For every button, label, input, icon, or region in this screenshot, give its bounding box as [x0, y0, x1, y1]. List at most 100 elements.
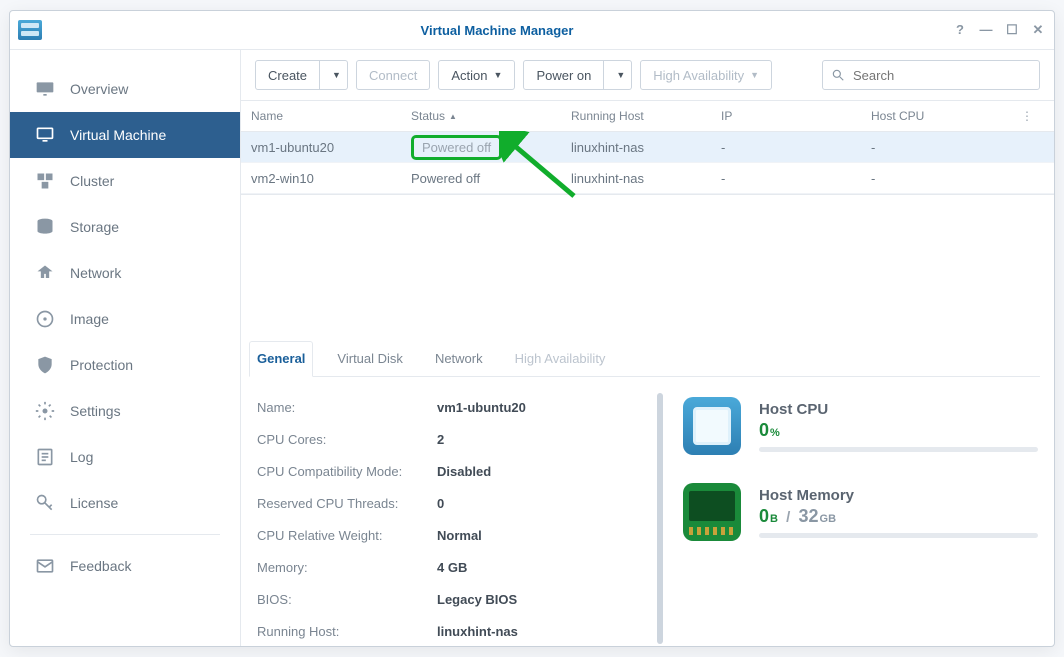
high-availability-button[interactable]: High Availability▼ — [640, 60, 772, 90]
status-highlight: Powered off — [411, 135, 502, 160]
details-panel: General Virtual Disk Network High Availa… — [241, 335, 1054, 646]
tab-high-availability[interactable]: High Availability — [513, 341, 608, 376]
close-button[interactable] — [1030, 22, 1046, 38]
key-icon — [34, 492, 56, 514]
tab-network[interactable]: Network — [433, 341, 485, 376]
help-button[interactable] — [952, 22, 968, 38]
storage-icon — [34, 216, 56, 238]
sidebar-item-label: Network — [70, 265, 121, 281]
envelope-icon — [34, 555, 56, 577]
col-running-host[interactable]: Running Host — [571, 109, 721, 123]
progress-bar — [759, 447, 1038, 452]
sidebar-item-protection[interactable]: Protection — [10, 342, 240, 388]
sidebar-item-label: Storage — [70, 219, 119, 235]
sidebar-item-label: Log — [70, 449, 93, 465]
col-status[interactable]: Status — [411, 109, 571, 123]
cell-ip: - — [721, 171, 871, 186]
dashboard-icon — [34, 78, 56, 100]
cell-name: vm1-ubuntu20 — [251, 140, 411, 155]
app-icon — [18, 20, 42, 40]
divider — [30, 534, 220, 535]
network-icon — [34, 262, 56, 284]
tab-virtual-disk[interactable]: Virtual Disk — [335, 341, 405, 376]
cell-status: Powered off — [411, 135, 571, 160]
memory-icon — [683, 483, 741, 541]
table-header-row: Name Status Running Host IP Host CPU ⋮ — [241, 101, 1054, 132]
col-host-cpu[interactable]: Host CPU — [871, 109, 1021, 123]
label-reserved-threads: Reserved CPU Threads: — [257, 496, 437, 511]
create-button[interactable]: Create — [255, 60, 320, 90]
cell-status: Powered off — [411, 171, 571, 186]
sidebar-item-label: Cluster — [70, 173, 114, 189]
disc-icon — [34, 308, 56, 330]
sidebar-item-label: Feedback — [70, 558, 131, 574]
cell-host-cpu: - — [871, 171, 1021, 186]
table-row[interactable]: vm2-win10 Powered off linuxhint-nas - - — [241, 163, 1054, 194]
sidebar-item-virtual-machine[interactable]: Virtual Machine — [10, 112, 240, 158]
column-options-button[interactable]: ⋮ — [1021, 109, 1041, 123]
col-name[interactable]: Name — [251, 109, 411, 123]
create-dropdown-toggle[interactable]: ▼ — [320, 60, 348, 90]
shield-icon — [34, 354, 56, 376]
value-cpu-cores: 2 — [437, 432, 444, 447]
cpu-icon — [683, 397, 741, 455]
caret-down-icon: ▼ — [750, 70, 759, 80]
details-tabs: General Virtual Disk Network High Availa… — [255, 335, 1040, 377]
toolbar: Create ▼ Connect Action▼ Power on ▼ High… — [241, 50, 1054, 100]
metric-host-memory: Host Memory 0B / 32GB — [683, 483, 1038, 541]
value-cpu-compat: Disabled — [437, 464, 491, 479]
power-dropdown-toggle[interactable]: ▼ — [604, 60, 632, 90]
power-on-button[interactable]: Power on — [523, 60, 604, 90]
scrollbar[interactable] — [657, 393, 663, 644]
sidebar-item-settings[interactable]: Settings — [10, 388, 240, 434]
sidebar-item-storage[interactable]: Storage — [10, 204, 240, 250]
progress-bar — [759, 533, 1038, 538]
sidebar-item-label: License — [70, 495, 118, 511]
search-field[interactable] — [822, 60, 1040, 90]
label-running-host: Running Host: — [257, 624, 437, 639]
sidebar-item-cluster[interactable]: Cluster — [10, 158, 240, 204]
window-title: Virtual Machine Manager — [48, 23, 946, 38]
log-icon — [34, 446, 56, 468]
value-name: vm1-ubuntu20 — [437, 400, 526, 415]
action-button[interactable]: Action▼ — [438, 60, 515, 90]
value-cpu-weight: Normal — [437, 528, 482, 543]
minimize-button[interactable] — [978, 22, 994, 38]
caret-down-icon: ▼ — [332, 70, 341, 80]
sidebar-item-label: Image — [70, 311, 109, 327]
connect-button[interactable]: Connect — [356, 60, 430, 90]
metric-title: Host Memory — [759, 487, 1038, 504]
vm-table: Name Status Running Host IP Host CPU ⋮ v… — [241, 100, 1054, 195]
sidebar-item-label: Virtual Machine — [70, 127, 166, 143]
label-bios: BIOS: — [257, 592, 437, 607]
cell-name: vm2-win10 — [251, 171, 411, 186]
label-cpu-compat: CPU Compatibility Mode: — [257, 464, 437, 479]
tab-general[interactable]: General — [255, 341, 307, 376]
cell-ip: - — [721, 140, 871, 155]
maximize-button[interactable] — [1004, 22, 1020, 38]
caret-down-icon: ▼ — [616, 70, 625, 80]
cell-running-host: linuxhint-nas — [571, 171, 721, 186]
power-button-group: Power on ▼ — [523, 60, 632, 90]
sidebar-item-feedback[interactable]: Feedback — [10, 543, 240, 589]
sidebar-item-log[interactable]: Log — [10, 434, 240, 480]
cluster-icon — [34, 170, 56, 192]
search-input[interactable] — [851, 67, 1031, 84]
value-reserved-threads: 0 — [437, 496, 444, 511]
titlebar: Virtual Machine Manager — [10, 11, 1054, 50]
metric-host-cpu: Host CPU 0% — [683, 397, 1038, 455]
table-row[interactable]: vm1-ubuntu20 Powered off linuxhint-nas -… — [241, 132, 1054, 163]
label-name: Name: — [257, 400, 437, 415]
app-window: Virtual Machine Manager Overview Virtual… — [9, 10, 1055, 647]
sidebar-item-license[interactable]: License — [10, 480, 240, 526]
sidebar-item-image[interactable]: Image — [10, 296, 240, 342]
sidebar-item-overview[interactable]: Overview — [10, 66, 240, 112]
value-running-host: linuxhint-nas — [437, 624, 518, 639]
metric-value: 0B / 32GB — [759, 506, 1038, 527]
sidebar-item-label: Settings — [70, 403, 121, 419]
window-controls — [952, 22, 1046, 38]
label-memory: Memory: — [257, 560, 437, 575]
sidebar-item-network[interactable]: Network — [10, 250, 240, 296]
col-ip[interactable]: IP — [721, 109, 871, 123]
search-icon — [831, 68, 845, 82]
